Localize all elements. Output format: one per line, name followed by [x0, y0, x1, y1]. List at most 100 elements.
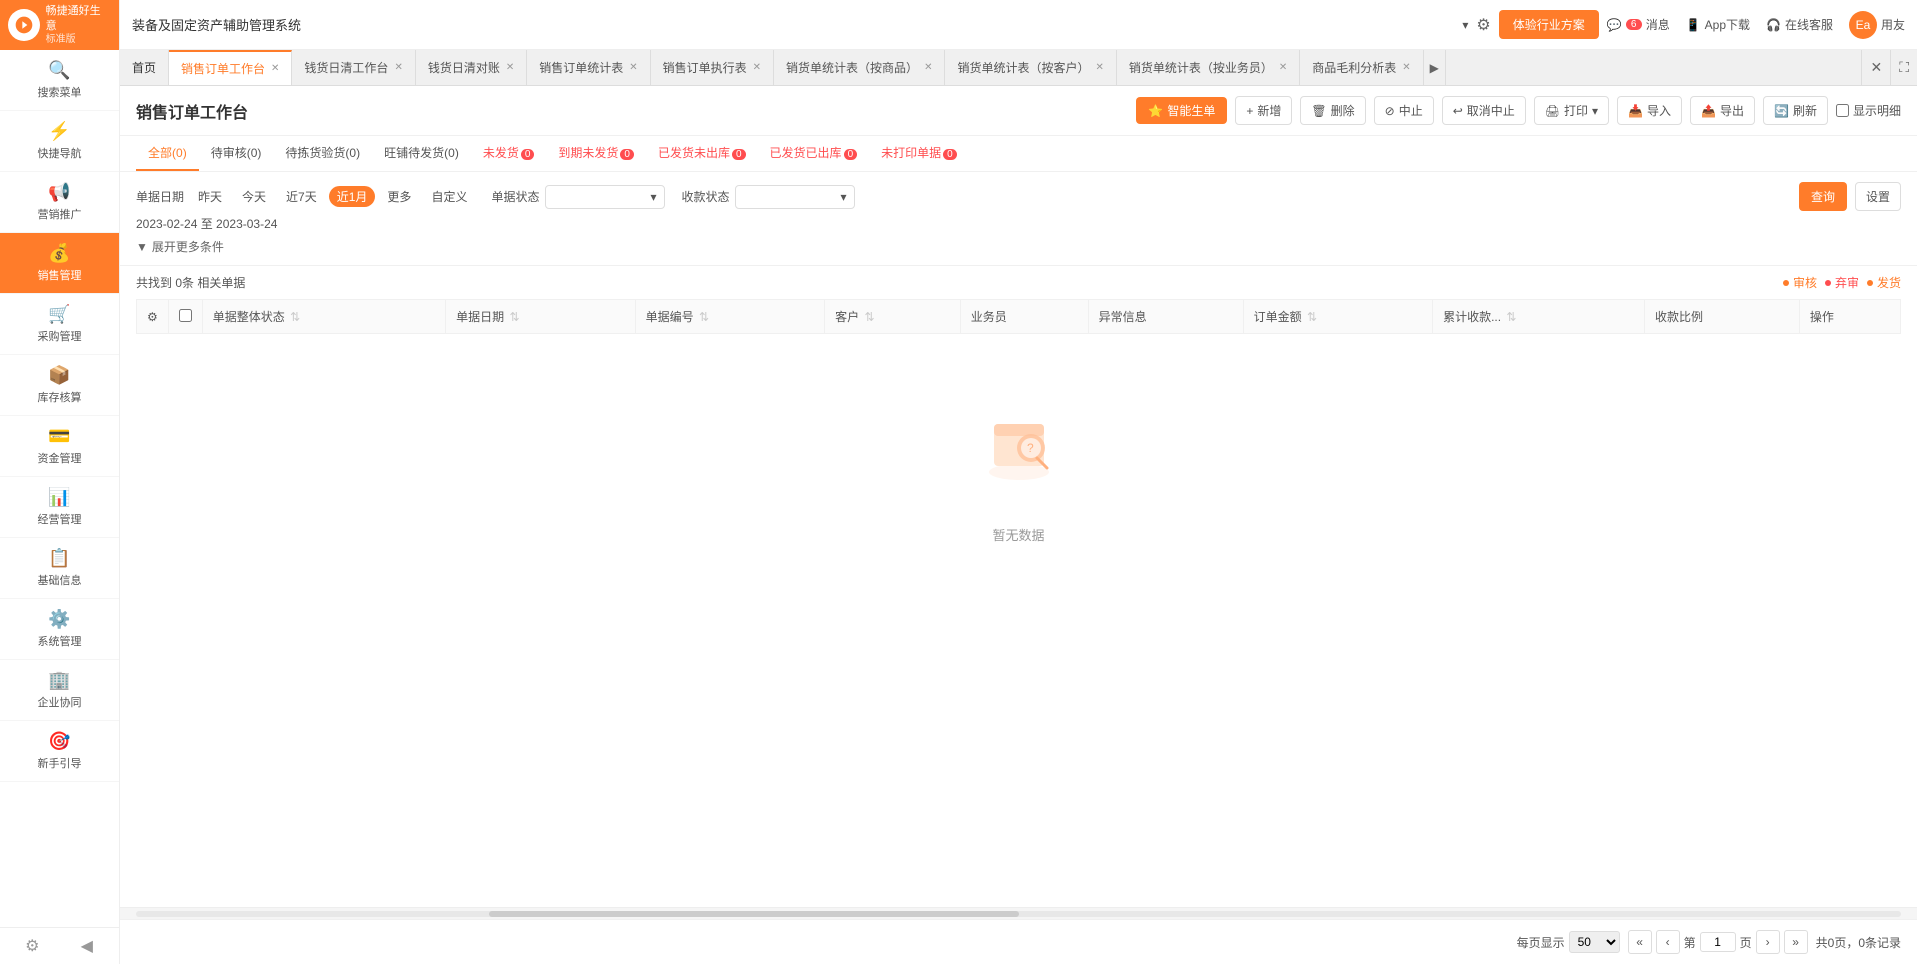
expand-filter-btn[interactable]: ▼ 展开更多条件	[136, 238, 1901, 255]
sidebar-item-sales[interactable]: 💰 销售管理	[0, 233, 119, 294]
gear-icon[interactable]: ⚙	[1476, 15, 1490, 35]
filter-tab-shipped-in[interactable]: 已发货已出库0	[758, 136, 870, 171]
first-page-btn[interactable]: «	[1628, 930, 1652, 954]
online-service-item[interactable]: 🎧 在线客服	[1766, 16, 1833, 33]
tab-cash-daily[interactable]: 钱货日清工作台 ✕	[292, 50, 415, 86]
tab-gross-profit[interactable]: 商品毛利分析表 ✕	[1300, 50, 1423, 86]
sidebar-collapse-btn[interactable]: ◀	[63, 936, 112, 956]
print-btn[interactable]: 🖨 打印 ▾	[1534, 96, 1609, 125]
filter-tab-wangpu[interactable]: 旺铺待发货(0)	[372, 136, 471, 171]
tab-expand[interactable]: ⛶	[1890, 50, 1917, 86]
sort-icon[interactable]: ⇅	[699, 310, 709, 324]
tab-sales-product[interactable]: 销货单统计表（按商品） ✕	[774, 50, 945, 86]
sort-icon[interactable]: ⇅	[1307, 310, 1317, 324]
notification-badge: 6	[1626, 19, 1642, 30]
sidebar-item-system[interactable]: ⚙️ 系统管理	[0, 599, 119, 660]
th-checkbox[interactable]	[168, 300, 202, 334]
system-dropdown[interactable]: ▾	[1462, 18, 1468, 32]
sidebar-item-label: 新手引导	[38, 755, 82, 771]
sidebar-item-finance[interactable]: 💳 资金管理	[0, 416, 119, 477]
date-custom[interactable]: 自定义	[423, 186, 475, 207]
payment-select[interactable]: ▾	[735, 185, 855, 209]
select-all-checkbox[interactable]	[179, 309, 192, 322]
horizontal-scrollbar[interactable]	[120, 907, 1917, 919]
tab-sales-exec[interactable]: 销售订单执行表 ✕	[651, 50, 774, 86]
sidebar-item-base-info[interactable]: 📋 基础信息	[0, 538, 119, 599]
th-date: 单据日期 ⇅	[446, 300, 635, 334]
ship-action[interactable]: 发货	[1867, 274, 1901, 291]
date-yesterday[interactable]: 昨天	[190, 186, 230, 207]
sidebar-settings-btn[interactable]: ⚙	[8, 936, 57, 956]
add-btn[interactable]: + 新增	[1235, 96, 1292, 125]
sort-icon[interactable]: ⇅	[509, 310, 519, 324]
finance-icon: 💳	[48, 426, 70, 447]
th-settings[interactable]: ⚙	[137, 300, 169, 334]
sidebar-item-guide[interactable]: 🎯 新手引导	[0, 721, 119, 782]
close-tab-sales-product[interactable]: ✕	[924, 62, 932, 73]
date-7days[interactable]: 近7天	[278, 186, 325, 207]
sort-icon[interactable]: ⇅	[290, 310, 300, 324]
next-page-btn[interactable]: ›	[1756, 930, 1780, 954]
close-tab-sales-workbench[interactable]: ✕	[271, 63, 279, 74]
refresh-btn[interactable]: 🔄 刷新	[1763, 96, 1828, 125]
filter-tab-not-shipped[interactable]: 未发货0	[471, 136, 547, 171]
page-input[interactable]	[1700, 932, 1736, 952]
tab-nav-more[interactable]: ▶	[1424, 50, 1446, 86]
sidebar-item-search[interactable]: 🔍 搜索菜单	[0, 50, 119, 111]
tab-cash-reconcile[interactable]: 钱货日清对账 ✕	[416, 50, 527, 86]
scroll-thumb[interactable]	[489, 911, 1019, 917]
cancel-stop-btn[interactable]: ↩ 取消中止	[1442, 96, 1526, 125]
tab-sales-staff[interactable]: 销货单统计表（按业务员） ✕	[1117, 50, 1300, 86]
filter-tab-not-printed[interactable]: 未打印单据0	[869, 136, 969, 171]
approve-action[interactable]: 审核	[1783, 274, 1817, 291]
show-detail-checkbox[interactable]	[1836, 104, 1849, 117]
filter-tab-pending-inspect[interactable]: 待拣货验货(0)	[273, 136, 372, 171]
filter-tab-shipped-not-in[interactable]: 已发货未出库0	[646, 136, 758, 171]
tab-close-current[interactable]: ✕	[1861, 50, 1890, 86]
sidebar-item-operations[interactable]: 📊 经营管理	[0, 477, 119, 538]
sidebar-item-enterprise[interactable]: 🏢 企业协同	[0, 660, 119, 721]
close-tab-cash-daily[interactable]: ✕	[394, 62, 402, 73]
user-item[interactable]: Ea 用友	[1849, 11, 1905, 39]
close-tab-cash-reconcile[interactable]: ✕	[506, 62, 514, 73]
unapprove-action[interactable]: 弃审	[1825, 274, 1859, 291]
stop-btn[interactable]: ⊘ 中止	[1374, 96, 1434, 125]
import-btn[interactable]: 📥 导入	[1617, 96, 1682, 125]
close-tab-sales-customer[interactable]: ✕	[1095, 62, 1103, 73]
app-download-item[interactable]: 📱 App下载	[1686, 16, 1750, 33]
close-tab-sales-stat[interactable]: ✕	[629, 62, 637, 73]
notification-item[interactable]: 💬 6 消息	[1607, 16, 1670, 33]
filter-tab-expired[interactable]: 到期未发货0	[546, 136, 646, 171]
date-more[interactable]: 更多	[379, 186, 419, 207]
tab-sales-stat[interactable]: 销售订单统计表 ✕	[527, 50, 650, 86]
close-tab-sales-staff[interactable]: ✕	[1279, 62, 1287, 73]
filter-tab-all[interactable]: 全部(0)	[136, 136, 199, 171]
close-tab-gross-profit[interactable]: ✕	[1402, 62, 1410, 73]
prev-page-btn[interactable]: ‹	[1656, 930, 1680, 954]
status-select[interactable]: ▾	[545, 185, 665, 209]
tab-home[interactable]: 首页	[120, 50, 169, 86]
date-1month[interactable]: 近1月	[329, 186, 376, 207]
industry-btn[interactable]: 体验行业方案	[1499, 10, 1599, 39]
page-size-dropdown[interactable]: 10 20 50 100	[1569, 931, 1620, 953]
show-detail-label[interactable]: 显示明细	[1836, 102, 1901, 119]
close-tab-sales-exec[interactable]: ✕	[753, 62, 761, 73]
status-filter: 单据状态 ▾	[491, 185, 665, 209]
sort-icon[interactable]: ⇅	[1506, 310, 1516, 324]
export-btn[interactable]: 📤 导出	[1690, 96, 1755, 125]
tab-sales-workbench[interactable]: 销售订单工作台 ✕	[169, 50, 292, 86]
settings-btn[interactable]: 设置	[1855, 182, 1901, 211]
smart-create-btn[interactable]: ⭐ 智能生单	[1136, 97, 1227, 124]
last-page-btn[interactable]: »	[1784, 930, 1808, 954]
sidebar-item-marketing[interactable]: 📢 营销推广	[0, 172, 119, 233]
date-today[interactable]: 今天	[234, 186, 274, 207]
date-filter: 单据日期 昨天 今天 近7天 近1月 更多 自定义	[136, 186, 475, 207]
filter-tab-pending-review[interactable]: 待审核(0)	[199, 136, 274, 171]
sidebar-item-purchase[interactable]: 🛒 采购管理	[0, 294, 119, 355]
sidebar-item-inventory[interactable]: 📦 库存核算	[0, 355, 119, 416]
sort-icon[interactable]: ⇅	[864, 310, 874, 324]
sidebar-item-quick-nav[interactable]: ⚡ 快捷导航	[0, 111, 119, 172]
tab-sales-customer[interactable]: 销货单统计表（按客户） ✕	[945, 50, 1116, 86]
delete-btn[interactable]: 🗑 删除	[1300, 96, 1365, 125]
query-btn[interactable]: 查询	[1799, 182, 1847, 211]
